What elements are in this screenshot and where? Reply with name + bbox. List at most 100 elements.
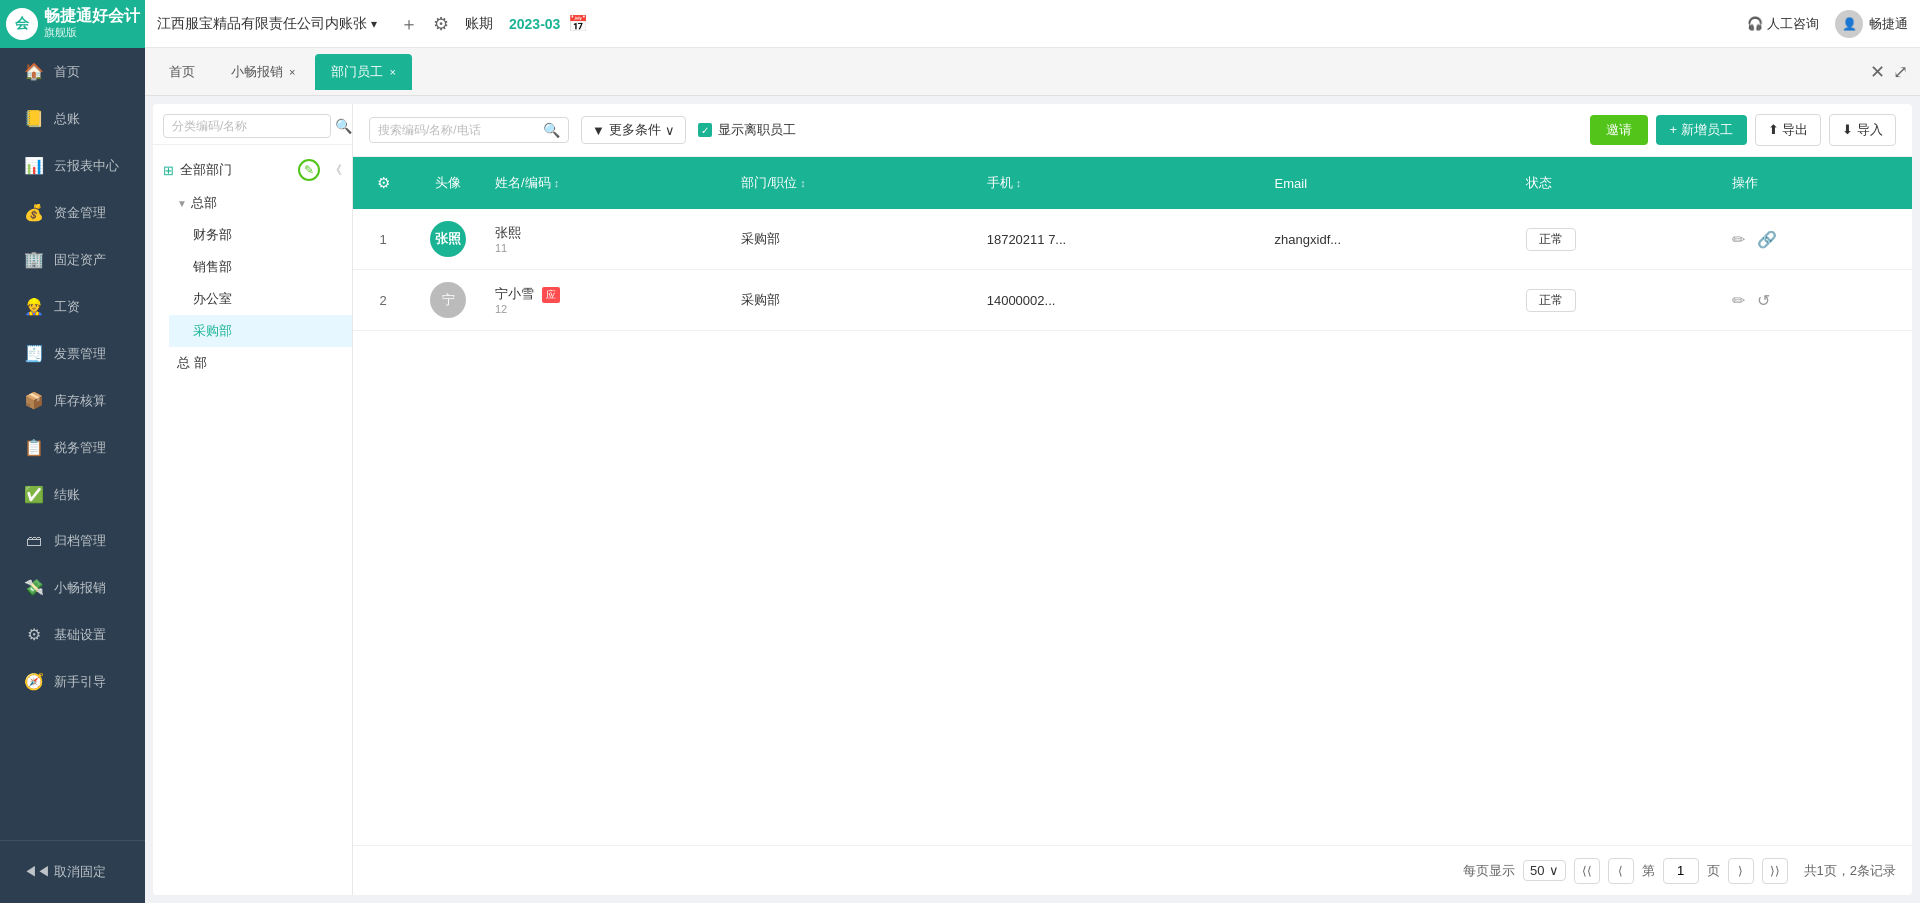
invite-button[interactable]: 邀请 (1590, 115, 1648, 145)
company-dropdown[interactable]: ▾ (371, 17, 377, 31)
tab-department-close[interactable]: × (389, 66, 395, 78)
col-dept-header[interactable]: 部门/职位 (729, 157, 974, 209)
sidebar-item-close[interactable]: ✅ 结账 (0, 471, 145, 518)
dept-search-area: 🔍 (153, 104, 352, 145)
sidebar-item-settings[interactable]: ⚙ 基础设置 (0, 611, 145, 658)
sidebar-item-salary[interactable]: 👷 工资 (0, 283, 145, 330)
settings-icon-btn[interactable]: ⚙ (425, 8, 457, 40)
sidebar-item-inventory[interactable]: 📦 库存核算 (0, 377, 145, 424)
guide-icon: 🧭 (24, 672, 44, 691)
row2-edit-icon[interactable]: ✏ (1732, 291, 1745, 310)
tab-home[interactable]: 首页 (153, 54, 211, 90)
column-settings-icon[interactable]: ⚙ (369, 169, 397, 197)
sidebar-item-home[interactable]: 🏠 首页 (0, 48, 145, 95)
col-action-header: 操作 (1720, 157, 1912, 209)
row2-dept-cell: 采购部 (729, 270, 974, 331)
row1-link-icon[interactable]: 🔗 (1757, 230, 1777, 249)
app-name: 畅捷通好会计 (44, 7, 140, 25)
page-input[interactable] (1663, 858, 1699, 884)
top-header: 会 畅捷通好会计 旗舰版 江西服宝精品有限责任公司内账张 ▾ ＋ ⚙ 账期 20… (0, 0, 1920, 48)
inventory-icon: 📦 (24, 391, 44, 410)
import-button[interactable]: ⬇ 导入 (1829, 114, 1896, 146)
dept-item-zongbu2[interactable]: 总 部 (153, 347, 352, 379)
dept-search-icon[interactable]: 🔍 (335, 118, 352, 134)
sidebar-item-archive[interactable]: 🗃 归档管理 (0, 518, 145, 564)
sidebar-item-assets[interactable]: 🏢 固定资产 (0, 236, 145, 283)
tab-department[interactable]: 部门员工 × (315, 54, 411, 90)
col-name-header[interactable]: 姓名/编码 (483, 157, 729, 209)
tab-expand-btn[interactable]: ⤢ (1893, 61, 1908, 83)
dept-item-zongbu[interactable]: ▼ 总部 (153, 187, 352, 219)
search-icon[interactable]: 🔍 (543, 122, 560, 138)
dept-grid-icon: ⊞ (163, 163, 174, 178)
sidebar-item-expense[interactable]: 💸 小畅报销 (0, 564, 145, 611)
account-period-value[interactable]: 2023-03 (509, 16, 560, 32)
dept-edit-btn[interactable]: ✎ (298, 159, 320, 181)
sidebar-item-ledger[interactable]: 📒 总账 (0, 95, 145, 142)
dept-collapse-btn[interactable]: 《 (330, 162, 342, 179)
col-avatar-header: 头像 (413, 157, 483, 209)
dept-all-header[interactable]: ⊞ 全部部门 ✎ 《 (153, 153, 352, 187)
row2-name-cell: 宁小雪 应 12 (483, 270, 729, 331)
page-content: 🔍 ⊞ 全部部门 ✎ 《 ▼ 总部 财务部 (153, 104, 1912, 895)
next-page-btn[interactable]: ⟩ (1728, 858, 1754, 884)
user-area[interactable]: 👤 畅捷通 (1835, 10, 1908, 38)
dept-item-caiwu[interactable]: 财务部 (169, 219, 352, 251)
first-page-btn[interactable]: ⟨⟨ (1574, 858, 1600, 884)
page-label: 第 (1642, 862, 1655, 880)
tab-expense-close[interactable]: × (289, 66, 295, 78)
row1-action-cell: ✏ 🔗 (1720, 209, 1912, 270)
dept-item-xiaoshou[interactable]: 销售部 (169, 251, 352, 283)
settings-icon: ⚙ (24, 625, 44, 644)
more-filter-btn[interactable]: ▼ 更多条件 ∨ (581, 116, 686, 144)
tab-expense[interactable]: 小畅报销 × (215, 54, 311, 90)
row1-email-cell: zhangxidf... (1263, 209, 1515, 270)
main-layout: 🏠 首页 📒 总账 📊 云报表中心 💰 资金管理 🏢 固定资产 👷 工资 🧾 发… (0, 48, 1920, 903)
row2-refresh-icon[interactable]: ↺ (1757, 291, 1770, 310)
sidebar-item-reports[interactable]: 📊 云报表中心 (0, 142, 145, 189)
sidebar-inventory-label: 库存核算 (54, 392, 106, 410)
per-page-select[interactable]: 50 ∨ (1523, 860, 1565, 881)
tab-bar: 首页 小畅报销 × 部门员工 × ✕ ⤢ (145, 48, 1920, 96)
export-button[interactable]: ⬆ 导出 (1755, 114, 1822, 146)
sidebar-archive-label: 归档管理 (54, 532, 106, 550)
add-employee-button[interactable]: + 新增员工 (1656, 115, 1747, 145)
prev-page-btn[interactable]: ⟨ (1608, 858, 1634, 884)
headphone-icon: 🎧 (1747, 16, 1763, 31)
employee-table-body: 1 张照 张熙 11 采购部 (353, 209, 1912, 331)
sidebar-expense-label: 小畅报销 (54, 579, 106, 597)
dept-item-caigou[interactable]: 采购部 (169, 315, 352, 347)
dept-search-input[interactable] (163, 114, 331, 138)
sidebar-item-finance[interactable]: 💰 资金管理 (0, 189, 145, 236)
calendar-icon[interactable]: 📅 (568, 14, 588, 33)
show-resigned-toggle[interactable]: ✓ 显示离职员工 (698, 121, 796, 139)
col-mobile-header[interactable]: 手机 (975, 157, 1263, 209)
row1-mobile-cell: 18720211 7... (975, 209, 1263, 270)
employee-search-input[interactable] (378, 123, 539, 137)
row1-edit-icon[interactable]: ✏ (1732, 230, 1745, 249)
row2-action-cell: ✏ ↺ (1720, 270, 1912, 331)
sidebar: 🏠 首页 📒 总账 📊 云报表中心 💰 资金管理 🏢 固定资产 👷 工资 🧾 发… (0, 48, 145, 903)
sidebar-item-tax[interactable]: 📋 税务管理 (0, 424, 145, 471)
last-page-btn[interactable]: ⟩⟩ (1762, 858, 1788, 884)
unpin-button[interactable]: ◀◀ 取消固定 (0, 853, 145, 891)
row2-dept: 采购部 (741, 292, 780, 307)
expense-icon: 💸 (24, 578, 44, 597)
show-resigned-checkbox[interactable]: ✓ (698, 123, 712, 137)
dept-panel: 🔍 ⊞ 全部部门 ✎ 《 ▼ 总部 财务部 (153, 104, 353, 895)
sidebar-item-invoice[interactable]: 🧾 发票管理 (0, 330, 145, 377)
sidebar-item-guide[interactable]: 🧭 新手引导 (0, 658, 145, 705)
finance-icon: 💰 (24, 203, 44, 222)
sidebar-guide-label: 新手引导 (54, 673, 106, 691)
row1-dept: 采购部 (741, 231, 780, 246)
add-icon-btn[interactable]: ＋ (393, 8, 425, 40)
employee-panel: 🔍 ▼ 更多条件 ∨ ✓ 显示离职员工 邀请 + 新增员工 ⬆ 导出 (353, 104, 1912, 895)
service-button[interactable]: 🎧 人工咨询 (1747, 15, 1819, 33)
row1-name-cell: 张熙 11 (483, 209, 729, 270)
tab-close-btn[interactable]: ✕ (1870, 61, 1885, 83)
archive-icon: 🗃 (24, 532, 44, 550)
close-accounts-icon: ✅ (24, 485, 44, 504)
dept-item-bangong[interactable]: 办公室 (169, 283, 352, 315)
account-period-label: 账期 (465, 15, 493, 33)
sidebar-reports-label: 云报表中心 (54, 157, 119, 175)
